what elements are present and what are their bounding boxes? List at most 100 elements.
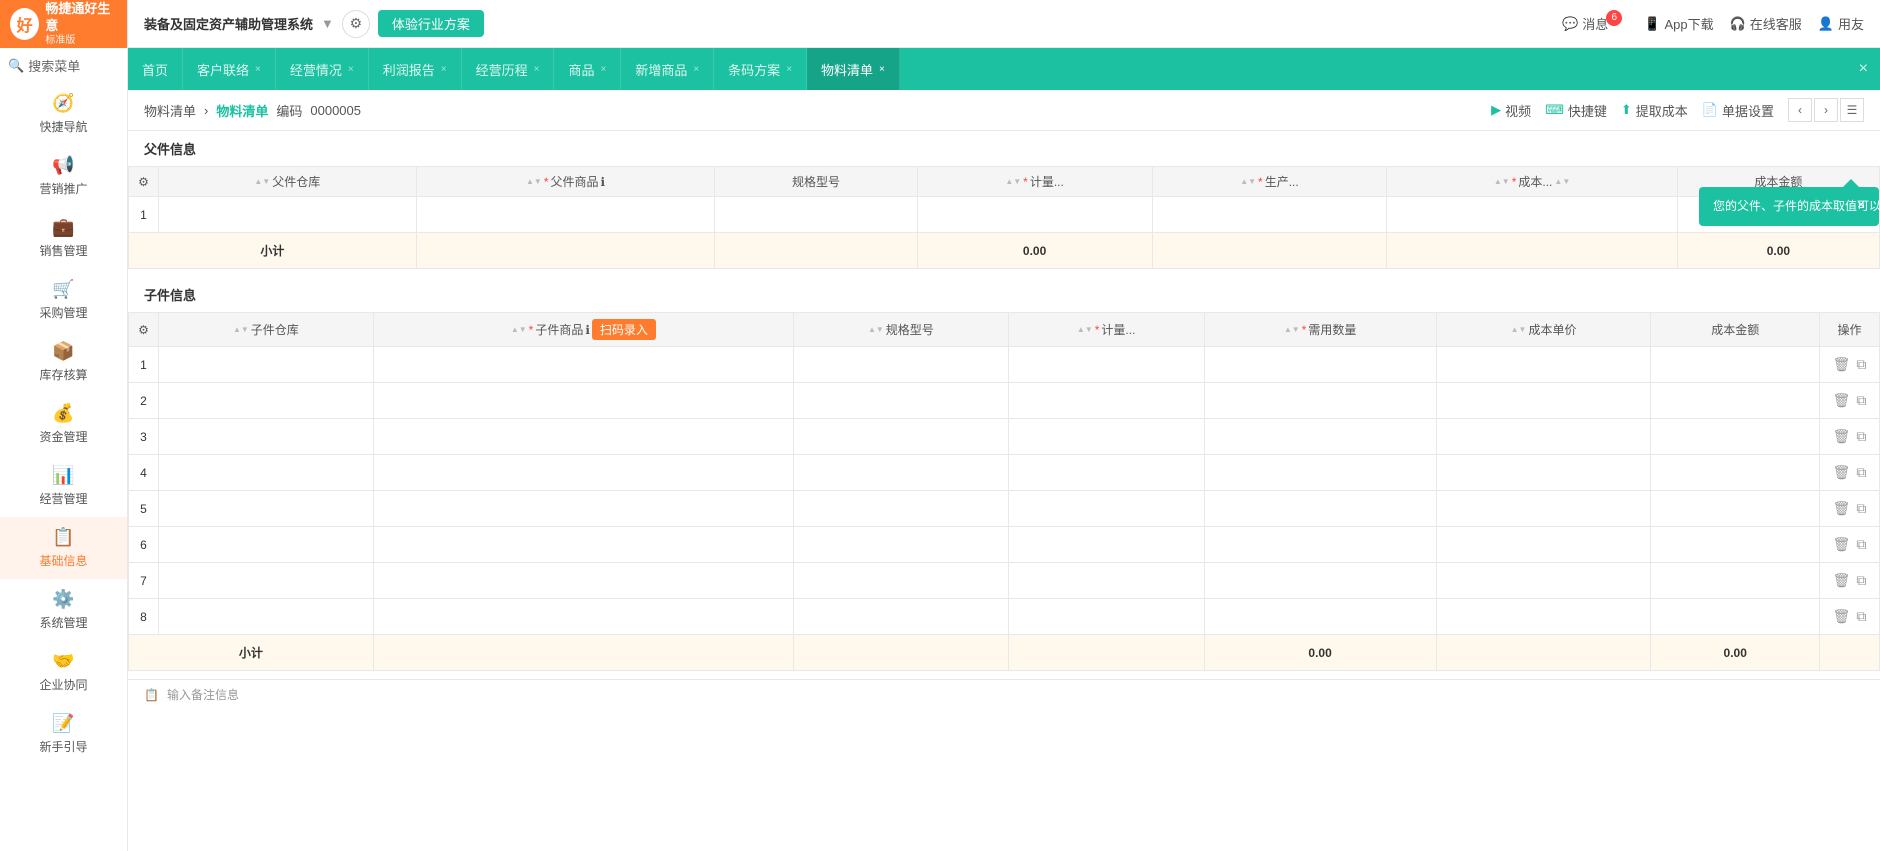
sidebar-item-cooperation[interactable]: 🤝 企业协同 (0, 641, 127, 703)
child-product-2[interactable] (373, 383, 793, 419)
parent-col-warehouse: ▲▼父件仓库 (159, 167, 417, 197)
tab-close-new-product[interactable]: × (693, 64, 699, 75)
tab-close-product[interactable]: × (600, 64, 606, 75)
video-action[interactable]: ▶ 视频 (1491, 101, 1531, 120)
sidebar-item-sales[interactable]: 💼 销售管理 (0, 207, 127, 269)
user-icon: 👤 (1818, 16, 1834, 32)
tab-close-profit-report[interactable]: × (441, 64, 447, 75)
child-unit-1[interactable] (1008, 347, 1204, 383)
child-warehouse-2[interactable] (159, 383, 374, 419)
message-badge: 6 (1606, 10, 1622, 26)
user-menu-button[interactable]: 👤 用友 (1818, 14, 1864, 33)
parent-spec-cell[interactable] (715, 197, 917, 233)
child-unit-2[interactable] (1008, 383, 1204, 419)
parent-warehouse-cell[interactable] (159, 197, 417, 233)
tab-bom[interactable]: 物料清单× (807, 48, 900, 90)
search-menu[interactable]: 🔍 搜索菜单 (0, 48, 127, 83)
child-unitcost-1[interactable] (1436, 347, 1651, 383)
delete-icon[interactable]: 🗑 (1833, 464, 1851, 481)
parent-section-header: 父件信息 (128, 131, 1880, 166)
copy-icon[interactable]: ⧉ (1856, 608, 1866, 625)
child-warehouse-1[interactable] (159, 347, 374, 383)
tab-close-bom[interactable]: × (879, 64, 885, 75)
delete-icon[interactable]: 🗑 (1833, 356, 1851, 373)
sidebar-item-system[interactable]: ⚙️ 系统管理 (0, 579, 127, 641)
tab-home[interactable]: 首页 (128, 48, 183, 90)
online-service-button[interactable]: 🎧 在线客服 (1730, 14, 1802, 33)
delete-icon[interactable]: 🗑 (1833, 500, 1851, 517)
child-product-1[interactable] (373, 347, 793, 383)
copy-icon[interactable]: ⧉ (1856, 392, 1866, 409)
child-subtotal-cost: 0.00 (1651, 635, 1820, 671)
sort-icon: ▲▼ (1005, 178, 1021, 186)
sidebar-item-quick-nav[interactable]: 🧭 快捷导航 (0, 83, 127, 145)
tab-close-barcode[interactable]: × (786, 64, 792, 75)
parent-col-unit: ▲▼*计量... (917, 167, 1152, 197)
delete-icon[interactable]: 🗑 (1833, 536, 1851, 553)
child-quantity-1[interactable] (1204, 347, 1436, 383)
shortcut-action[interactable]: ⌨ 快捷键 (1545, 101, 1607, 120)
close-all-tabs-button[interactable]: × (1847, 60, 1880, 78)
sidebar-item-operations[interactable]: 📊 经营管理 (0, 455, 127, 517)
table-row: 1 🗑⧉ (129, 347, 1880, 383)
tab-close-operations-status[interactable]: × (348, 64, 354, 75)
parent-cost-cell[interactable] (1387, 197, 1677, 233)
parent-col-product: ▲▼*父件商品ℹ (416, 167, 715, 197)
tab-profit-report[interactable]: 利润报告× (369, 48, 462, 90)
tab-barcode[interactable]: 条码方案× (714, 48, 807, 90)
scan-input-button[interactable]: 扫码录入 (592, 319, 656, 340)
child-quantity-2[interactable] (1204, 383, 1436, 419)
sidebar-item-inventory[interactable]: 📦 库存核算 (0, 331, 127, 393)
sidebar-item-marketing[interactable]: 📢 营销推广 (0, 145, 127, 207)
briefcase-icon: 💼 (52, 217, 74, 238)
sidebar-item-guide[interactable]: 📝 新手引导 (0, 703, 127, 765)
tab-business-history[interactable]: 经营历程× (462, 48, 555, 90)
list-view-button[interactable]: ☰ (1840, 98, 1864, 122)
sidebar-item-basic-info[interactable]: 📋 基础信息 (0, 517, 127, 579)
sidebar-item-finance[interactable]: 💰 资金管理 (0, 393, 127, 455)
copy-icon[interactable]: ⧉ (1856, 428, 1866, 445)
tab-customer[interactable]: 客户联络× (183, 48, 276, 90)
child-spec-1[interactable] (794, 347, 1009, 383)
child-col-warehouse: ▲▼子件仓库 (159, 313, 374, 347)
tab-operations-status[interactable]: 经营情况× (276, 48, 369, 90)
note-placeholder[interactable]: 输入备注信息 (167, 686, 239, 703)
single-settings-action[interactable]: 📄 单据设置 (1702, 101, 1774, 120)
app-download-button[interactable]: 📱 App下载 (1644, 14, 1713, 33)
extract-cost-action[interactable]: ⬆ 提取成本 (1621, 101, 1688, 120)
parent-col-gear: ⚙ (129, 167, 159, 197)
child-spec-2[interactable] (794, 383, 1009, 419)
tab-new-product[interactable]: 新增商品× (621, 48, 714, 90)
delete-icon[interactable]: 🗑 (1833, 572, 1851, 589)
gear-settings-button[interactable]: ⚙ (342, 10, 370, 38)
delete-icon[interactable]: 🗑 (1833, 392, 1851, 409)
table-row: 6 🗑⧉ (129, 527, 1880, 563)
copy-icon[interactable]: ⧉ (1856, 536, 1866, 553)
handshake-icon: 🤝 (52, 651, 74, 672)
parent-product-cell[interactable] (416, 197, 715, 233)
child-col-spec: ▲▼规格型号 (794, 313, 1009, 347)
tab-close-business-history[interactable]: × (534, 64, 540, 75)
parent-produce-cell[interactable] (1152, 197, 1387, 233)
delete-icon[interactable]: 🗑 (1833, 428, 1851, 445)
copy-icon[interactable]: ⧉ (1856, 500, 1866, 517)
video-icon: ▶ (1491, 102, 1501, 118)
child-table: ⚙ ▲▼子件仓库 ▲▼ * 子件商品 ℹ 扫码录入 (128, 312, 1880, 671)
tab-close-customer[interactable]: × (255, 64, 261, 75)
parent-unit-cell[interactable] (917, 197, 1152, 233)
copy-icon[interactable]: ⧉ (1856, 464, 1866, 481)
tab-product[interactable]: 商品× (554, 48, 621, 90)
prev-page-button[interactable]: ‹ (1788, 98, 1812, 122)
message-button[interactable]: 💬 消息 6 (1562, 14, 1628, 33)
child-col-unit: ▲▼*计量... (1008, 313, 1204, 347)
child-unitcost-2[interactable] (1436, 383, 1651, 419)
megaphone-icon: 📢 (52, 155, 74, 176)
next-page-button[interactable]: › (1814, 98, 1838, 122)
parent-subtotal-unit: 0.00 (917, 233, 1152, 269)
copy-icon[interactable]: ⧉ (1856, 356, 1866, 373)
trial-button[interactable]: 体验行业方案 (378, 10, 484, 37)
sidebar-item-purchase[interactable]: 🛒 采购管理 (0, 269, 127, 331)
copy-icon[interactable]: ⧉ (1856, 572, 1866, 589)
note-icon: 📋 (144, 688, 159, 702)
delete-icon[interactable]: 🗑 (1833, 608, 1851, 625)
